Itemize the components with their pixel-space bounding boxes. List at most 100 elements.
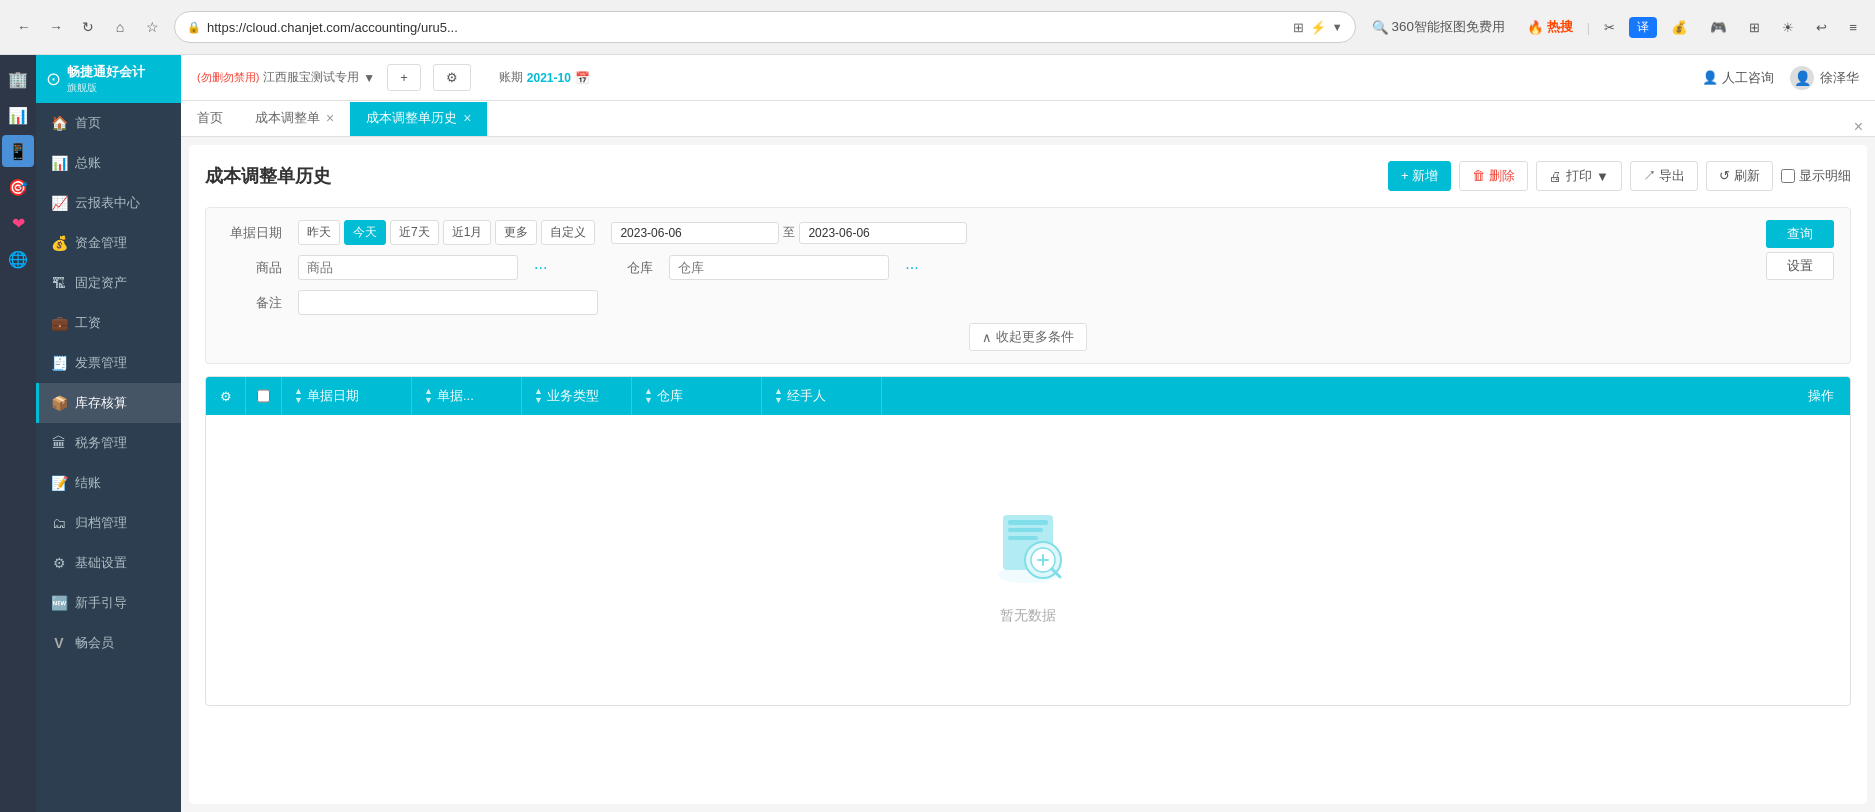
display-toggle[interactable]: 显示明细 (1781, 167, 1851, 185)
sidebar-item-label-inventory: 库存核算 (75, 394, 127, 412)
reload-button[interactable]: ↻ (74, 13, 102, 41)
tab-cost-adjust-history[interactable]: 成本调整单历史 × (350, 102, 487, 136)
print-icon: 🖨 (1549, 169, 1562, 184)
more-button[interactable]: 更多 (495, 220, 537, 245)
company-selector[interactable]: (勿删勿禁用) 江西服宝测试专用 ▼ (197, 69, 375, 86)
icon-item-1[interactable]: 🏢 (2, 63, 34, 95)
th-date[interactable]: ▲▼ 单据日期 (282, 377, 412, 415)
sidebar-item-funds[interactable]: 💰 资金管理 (36, 223, 181, 263)
sidebar-item-home[interactable]: 🏠 首页 (36, 103, 181, 143)
tab-cost-adjust-close[interactable]: × (326, 111, 334, 125)
warehouse-input[interactable] (669, 255, 889, 280)
warehouse-dots[interactable]: ··· (905, 259, 918, 277)
th-manager[interactable]: ▲▼ 经手人 (762, 377, 882, 415)
home-button[interactable]: ⌂ (106, 13, 134, 41)
user-info[interactable]: 👤 徐泽华 (1790, 66, 1859, 90)
period-info: 账期 2021-10 📅 (499, 69, 590, 86)
export-button[interactable]: ↗ 导出 (1630, 161, 1699, 191)
icon-item-4[interactable]: 🎯 (2, 171, 34, 203)
sidebar-logo[interactable]: ⊙ 畅捷通好会计 旗舰版 (36, 55, 181, 103)
select-all-checkbox[interactable] (257, 389, 270, 403)
forward-button[interactable]: → (42, 13, 70, 41)
month1-button[interactable]: 近1月 (443, 220, 492, 245)
sidebar-item-assets[interactable]: 🏗 固定资产 (36, 263, 181, 303)
collapse-row: ∧ 收起更多条件 (222, 323, 1834, 351)
apps-button[interactable]: ⊞ (1741, 17, 1768, 38)
note-input[interactable] (298, 290, 598, 315)
th-num[interactable]: ▲▼ 单据... (412, 377, 522, 415)
custom-button[interactable]: 自定义 (541, 220, 595, 245)
print-button[interactable]: 🖨 打印 ▼ (1536, 161, 1622, 191)
new-button[interactable]: + 新增 (1388, 161, 1451, 191)
sidebar-item-ledger[interactable]: 📊 总账 (36, 143, 181, 183)
sidebar-item-label-base-settings: 基础设置 (75, 554, 127, 572)
settings-browser-button[interactable]: ☀ (1774, 17, 1802, 38)
date-to-input[interactable] (799, 222, 967, 244)
table-container: ⚙ ▲▼ 单据日期 ▲▼ 单据... ▲▼ 业务类型 (205, 376, 1851, 706)
th-checkbox[interactable] (246, 377, 282, 415)
translate-button[interactable]: 译 (1629, 17, 1657, 38)
sidebar-item-invoices[interactable]: 🧾 发票管理 (36, 343, 181, 383)
ledger-icon: 📊 (51, 155, 67, 171)
refresh-button[interactable]: ↺ 刷新 (1706, 161, 1773, 191)
sidebar-item-tax[interactable]: 🏛 税务管理 (36, 423, 181, 463)
sidebar-icons: 🏢 📊 📱 🎯 ❤ 🌐 (0, 55, 36, 812)
display-checkbox[interactable] (1781, 169, 1795, 183)
empty-state: 暂无数据 (206, 415, 1850, 705)
sidebar-item-inventory[interactable]: 📦 库存核算 (36, 383, 181, 423)
archive-icon: 🗂 (51, 515, 67, 531)
query-button[interactable]: 查询 (1766, 220, 1834, 248)
collapse-label: 收起更多条件 (996, 328, 1074, 346)
today-button[interactable]: 今天 (344, 220, 386, 245)
bookmark-button[interactable]: ☆ (138, 13, 166, 41)
filter-settings-button[interactable]: 设置 (1766, 252, 1834, 280)
add-company-button[interactable]: + (387, 64, 421, 91)
icon-item-6[interactable]: 🌐 (2, 243, 34, 275)
sidebar-item-base-settings[interactable]: ⚙ 基础设置 (36, 543, 181, 583)
scissors-button[interactable]: ✂ (1596, 17, 1623, 38)
sidebar-item-label-reports: 云报表中心 (75, 194, 140, 212)
menu-button[interactable]: ≡ (1841, 17, 1865, 38)
company-settings-button[interactable]: ⚙ (433, 64, 471, 91)
address-bar[interactable]: 🔒 https://cloud.chanjet.com/accounting/u… (174, 11, 1356, 43)
service-button[interactable]: 👤 人工咨询 (1702, 69, 1774, 87)
guide-icon: 🆕 (51, 595, 67, 611)
week7-button[interactable]: 近7天 (390, 220, 439, 245)
wallet-button[interactable]: 💰 (1663, 17, 1696, 38)
goods-input[interactable] (298, 255, 518, 280)
icon-item-5[interactable]: ❤ (2, 207, 34, 239)
sidebar-item-guide[interactable]: 🆕 新手引导 (36, 583, 181, 623)
sidebar-item-reports[interactable]: 📈 云报表中心 (36, 183, 181, 223)
calendar-icon[interactable]: 📅 (575, 71, 590, 85)
sidebar-item-salary[interactable]: 💼 工资 (36, 303, 181, 343)
th-warehouse[interactable]: ▲▼ 仓库 (632, 377, 762, 415)
goods-dots[interactable]: ··· (534, 259, 547, 277)
sidebar-item-archive[interactable]: 🗂 归档管理 (36, 503, 181, 543)
icon-item-3[interactable]: 📱 (2, 135, 34, 167)
hot-search-button[interactable]: 🔥 热搜 (1519, 15, 1581, 39)
tab-cost-adjust-history-close[interactable]: × (463, 111, 471, 125)
game-button[interactable]: 🎮 (1702, 17, 1735, 38)
th-biz[interactable]: ▲▼ 业务类型 (522, 377, 632, 415)
filter-area: 单据日期 昨天 今天 近7天 近1月 更多 自定义 (205, 207, 1851, 364)
sidebar-item-label-member: 畅会员 (75, 634, 114, 652)
collapse-button[interactable]: ∧ 收起更多条件 (969, 323, 1087, 351)
yesterday-button[interactable]: 昨天 (298, 220, 340, 245)
sidebar-item-label-home: 首页 (75, 114, 101, 132)
search-button[interactable]: 🔍 360智能抠图免费用 (1364, 15, 1513, 39)
tab-home[interactable]: 首页 (181, 102, 239, 136)
filter-date-buttons: 昨天 今天 近7天 近1月 更多 自定义 (298, 220, 595, 245)
date-from-input[interactable] (611, 222, 779, 244)
undo-button[interactable]: ↩ (1808, 17, 1835, 38)
delete-button[interactable]: 🗑 删除 (1459, 161, 1528, 191)
sidebar-item-closing[interactable]: 📝 结账 (36, 463, 181, 503)
th-settings[interactable]: ⚙ (206, 377, 246, 415)
settings-icon: ⚙ (220, 389, 232, 404)
tab-cost-adjust[interactable]: 成本调整单 × (239, 102, 350, 136)
filter-date-row: 单据日期 昨天 今天 近7天 近1月 更多 自定义 (222, 220, 1766, 245)
sidebar-item-member[interactable]: V 畅会员 (36, 623, 181, 663)
close-all-tabs-button[interactable]: × (1842, 118, 1875, 136)
back-button[interactable]: ← (10, 13, 38, 41)
icon-item-2[interactable]: 📊 (2, 99, 34, 131)
action-buttons: 查询 设置 (1766, 220, 1834, 280)
